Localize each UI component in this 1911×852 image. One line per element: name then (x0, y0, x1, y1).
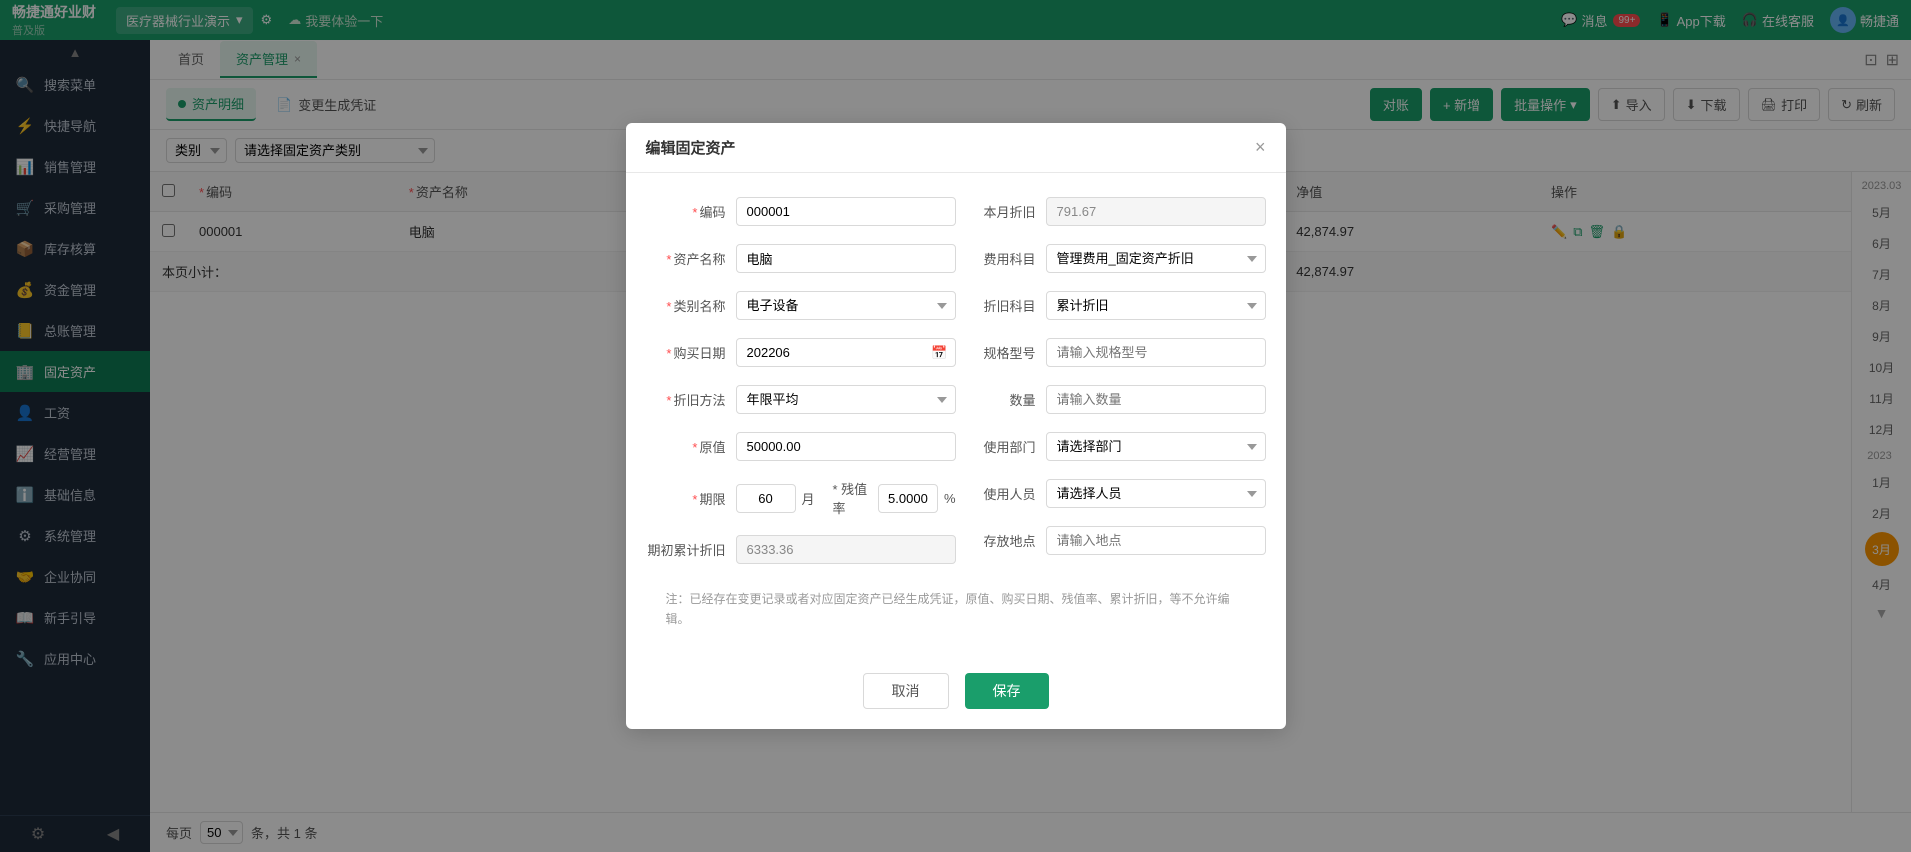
modal-note: 注：已经存在变更记录或者对应固定资产已经生成凭证，原值、购买日期、残值率、累计折… (646, 582, 1266, 644)
form-row-spec: 规格型号 (956, 338, 1266, 367)
form-row-dep-subject: 折旧科目 累计折旧 (956, 291, 1266, 320)
form-row-dep-method: *折旧方法 年限平均 (646, 385, 956, 414)
purchase-date-input[interactable] (736, 338, 956, 367)
form-row-code: *编码 (646, 197, 956, 226)
form-row-period: *期限 月 * 残值率 % (646, 479, 956, 517)
modal-overlay: 编辑固定资产 × *编码 *资产名称 (0, 0, 1911, 852)
dep-method-select[interactable]: 年限平均 (736, 385, 956, 414)
form-row-purchase-date: *购买日期 📅 (646, 338, 956, 367)
code-input[interactable] (736, 197, 956, 226)
spec-input[interactable] (1046, 338, 1266, 367)
modal-footer: 取消 保存 (626, 661, 1286, 729)
edit-fixed-asset-modal: 编辑固定资产 × *编码 *资产名称 (626, 123, 1286, 728)
dep-subject-select[interactable]: 累计折旧 (1046, 291, 1266, 320)
name-input[interactable] (736, 244, 956, 273)
form-row-dept: 使用部门 请选择部门 (956, 432, 1266, 461)
monthly-dep-input (1046, 197, 1266, 226)
modal-close-btn[interactable]: × (1255, 137, 1266, 158)
calendar-icon[interactable]: 📅 (931, 345, 947, 361)
dept-select[interactable]: 请选择部门 (1046, 432, 1266, 461)
initial-dep-input (736, 535, 956, 564)
form-row-quantity: 数量 (956, 385, 1266, 414)
form-grid: *编码 *资产名称 *类别名称 电子设备 (646, 197, 1266, 582)
category-select[interactable]: 电子设备 (736, 291, 956, 320)
form-row-location: 存放地点 (956, 526, 1266, 555)
residual-rate-input[interactable] (878, 484, 938, 513)
person-select[interactable]: 请选择人员 (1046, 479, 1266, 508)
form-row-monthly-dep: 本月折旧 (956, 197, 1266, 226)
form-row-initial-dep: 期初累计折旧 (646, 535, 956, 564)
cancel-button[interactable]: 取消 (863, 673, 949, 709)
modal-header: 编辑固定资产 × (626, 123, 1286, 173)
expense-subject-select[interactable]: 管理费用_固定资产折旧 (1046, 244, 1266, 273)
form-row-name: *资产名称 (646, 244, 956, 273)
form-row-original-value: *原值 (646, 432, 956, 461)
form-row-expense-subject: 费用科目 管理费用_固定资产折旧 (956, 244, 1266, 273)
form-left-col: *编码 *资产名称 *类别名称 电子设备 (646, 197, 956, 582)
quantity-input[interactable] (1046, 385, 1266, 414)
modal-title: 编辑固定资产 (646, 137, 736, 158)
form-right-col: 本月折旧 费用科目 管理费用_固定资产折旧 折旧科目 累计折 (956, 197, 1266, 582)
form-row-person: 使用人员 请选择人员 (956, 479, 1266, 508)
location-input[interactable] (1046, 526, 1266, 555)
purchase-date-wrapper: 📅 (736, 338, 956, 367)
modal-body: *编码 *资产名称 *类别名称 电子设备 (626, 173, 1286, 660)
save-button[interactable]: 保存 (965, 673, 1049, 709)
form-row-category: *类别名称 电子设备 (646, 291, 956, 320)
original-value-input[interactable] (736, 432, 956, 461)
period-input[interactable] (736, 484, 796, 513)
